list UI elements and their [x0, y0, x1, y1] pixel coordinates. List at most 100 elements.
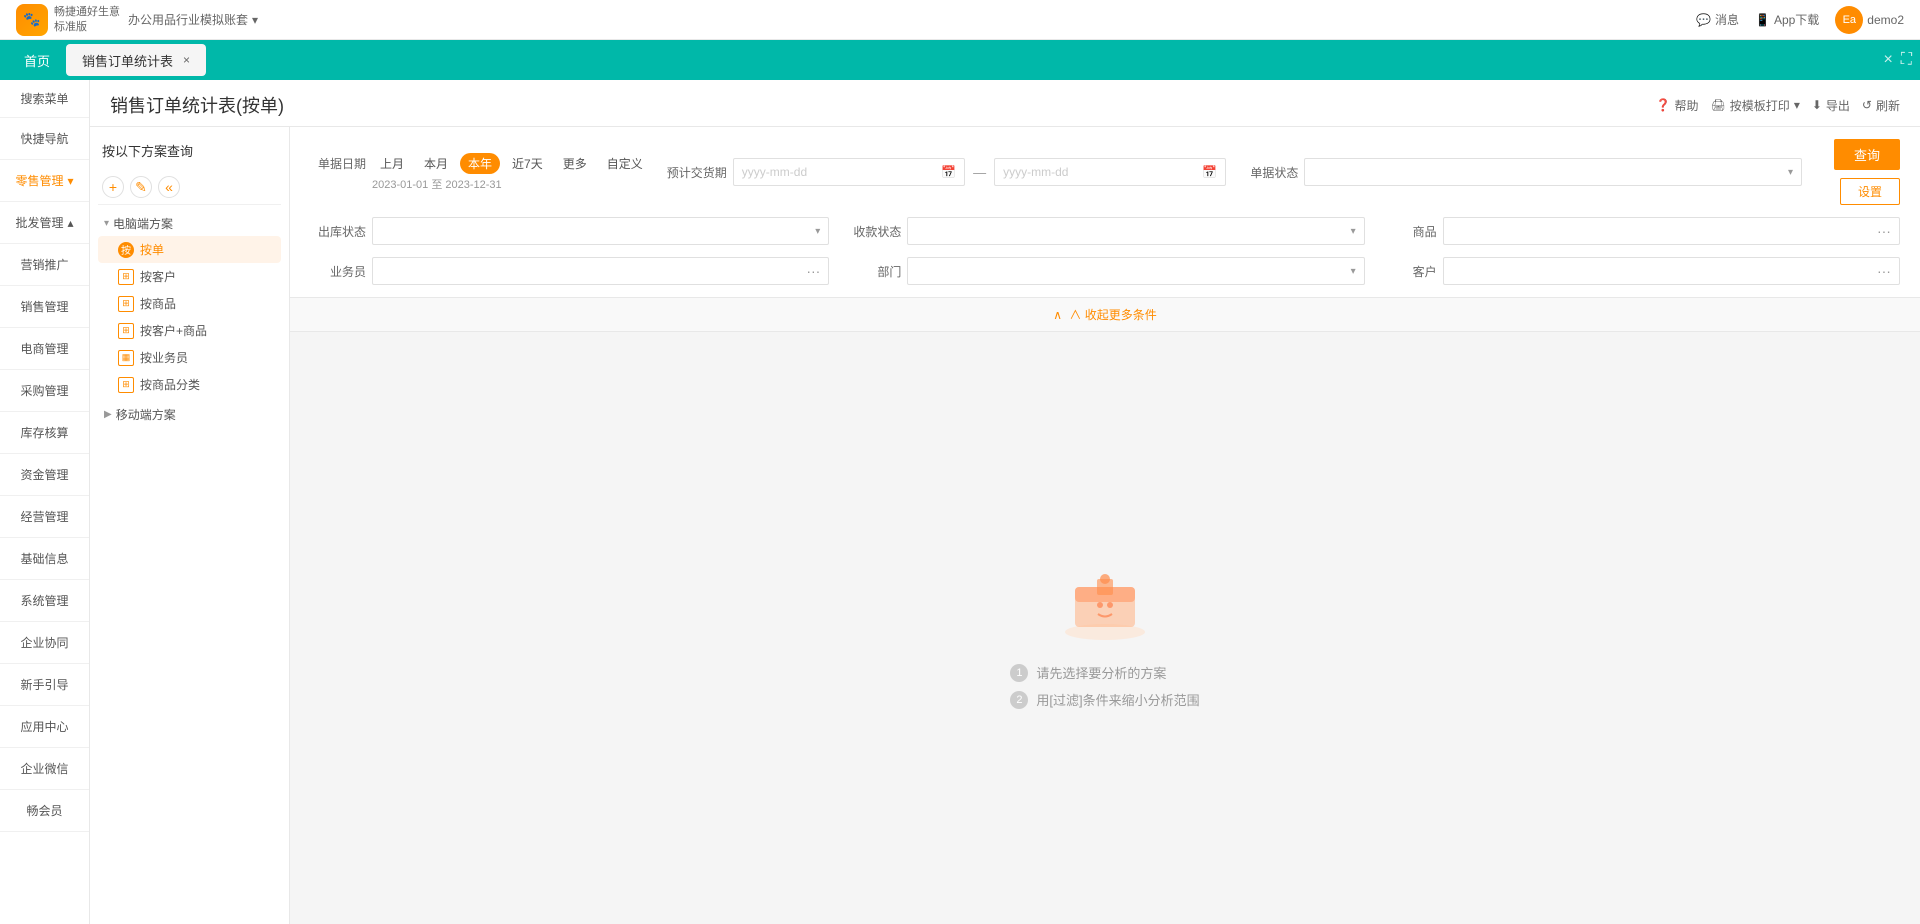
receipt-status-label: 收款状态	[845, 223, 901, 240]
scheme-item-by-customer-product[interactable]: ⊞ 按客户+商品	[98, 317, 281, 344]
sidebar-item-app-center[interactable]: 应用中心	[0, 706, 89, 748]
export-button[interactable]: ⬇ 导出	[1812, 97, 1850, 114]
filter-content: 单据日期 上月 本月 本年 近7天 更多 自定义 2023	[290, 127, 1920, 924]
filter-date-group: 单据日期 上月 本月 本年 近7天 更多 自定义 2023	[310, 153, 651, 192]
scheme-item-icon-by-cp: ⊞	[118, 323, 134, 339]
print-dropdown-icon: ▾	[1794, 98, 1800, 112]
scheme-item-icon-by-customer: ⊞	[118, 269, 134, 285]
logo-area: 🐾 畅捷通好生意 标准版	[16, 4, 120, 36]
page-header-actions: ❓ 帮助 🖨 按模板打印 ▾ ⬇ 导出 ↺ 刷新	[1656, 97, 1900, 114]
refresh-icon: ↺	[1862, 98, 1872, 112]
date-btn-more[interactable]: 更多	[555, 153, 595, 174]
scheme-item-by-salesperson[interactable]: ▦ 按业务员	[98, 344, 281, 371]
calendar-end-icon: 📅	[1202, 165, 1217, 179]
receipt-status-select[interactable]: ▾	[907, 217, 1364, 245]
sidebar-item-quick-nav[interactable]: 快捷导航	[0, 118, 89, 160]
scheme-item-icon-by-product: ⊞	[118, 296, 134, 312]
page-title: 销售订单统计表(按单)	[110, 92, 284, 118]
product-select[interactable]: ···	[1443, 217, 1900, 245]
setting-button[interactable]: 设置	[1840, 178, 1900, 205]
department-label: 部门	[845, 263, 901, 280]
sidebar-item-marketing[interactable]: 营销推广	[0, 244, 89, 286]
tab-sales-order-stats[interactable]: 销售订单统计表 ×	[66, 44, 206, 76]
filter-receipt-status: 收款状态 ▾	[845, 217, 1364, 245]
tab-close-icon[interactable]: ×	[183, 53, 190, 67]
sidebar-item-retail[interactable]: 零售管理 ▾	[0, 160, 89, 202]
expected-delivery-end-input[interactable]: yyyy-mm-dd 📅	[994, 158, 1226, 186]
scheme-item-by-order[interactable]: 按 按单	[98, 236, 281, 263]
sidebar-item-ecommerce[interactable]: 电商管理	[0, 328, 89, 370]
retail-expand-icon: ▾	[67, 174, 73, 188]
scheme-item-label-by-product: 按商品	[140, 295, 176, 312]
expected-delivery-start-input[interactable]: yyyy-mm-dd 📅	[733, 158, 965, 186]
out-status-select[interactable]: ▾	[372, 217, 829, 245]
breadcrumb-arrow-icon[interactable]: ▾	[252, 13, 258, 27]
calendar-start-icon: 📅	[941, 165, 956, 179]
customer-select[interactable]: ···	[1443, 257, 1900, 285]
print-icon: 🖨	[1711, 98, 1726, 112]
date-btn-custom[interactable]: 自定义	[599, 153, 651, 174]
sidebar-item-operations[interactable]: 经营管理	[0, 496, 89, 538]
sidebar-item-sales-mgmt[interactable]: 销售管理	[0, 286, 89, 328]
sidebar-search-menu[interactable]: 搜索菜单	[0, 80, 89, 118]
tab-home[interactable]: 首页	[8, 44, 66, 76]
scheme-item-label-by-customer: 按客户	[140, 268, 176, 285]
sidebar-item-purchase[interactable]: 采购管理	[0, 370, 89, 412]
scheme-item-by-product[interactable]: ⊞ 按商品	[98, 290, 281, 317]
collapse-bar[interactable]: ∧ ∧ 收起更多条件	[290, 298, 1920, 332]
help-button[interactable]: ❓ 帮助	[1656, 97, 1699, 114]
sidebar-item-inventory[interactable]: 库存核算	[0, 412, 89, 454]
sidebar-item-wholesale[interactable]: 批发管理 ▴	[0, 202, 89, 244]
sidebar-item-basic-info[interactable]: 基础信息	[0, 538, 89, 580]
tip-num-1: 1	[1010, 664, 1028, 682]
filter-department: 部门 ▾	[845, 257, 1364, 285]
date-quick-buttons: 上月 本月 本年 近7天 更多 自定义	[372, 153, 651, 174]
scheme-item-icon-by-sales: ▦	[118, 350, 134, 366]
tab-maximize-button[interactable]: ⛶	[1901, 51, 1912, 69]
breadcrumb-text: 办公用品行业模拟账套	[128, 11, 248, 28]
date-btn-7days[interactable]: 近7天	[504, 153, 551, 174]
tab-bar-actions: × ⛶	[1883, 51, 1912, 69]
message-button[interactable]: 💬 消息	[1696, 11, 1739, 28]
tab-bar: 首页 销售订单统计表 × × ⛶	[0, 40, 1920, 80]
download-icon: 📱	[1755, 13, 1770, 27]
scheme-section-desktop-header[interactable]: ▾ 电脑端方案	[98, 211, 281, 236]
tab-minimize-button[interactable]: ×	[1883, 51, 1892, 69]
scheme-collapse-button[interactable]: «	[158, 176, 180, 198]
scheme-item-by-customer[interactable]: ⊞ 按客户	[98, 263, 281, 290]
sidebar-item-finance[interactable]: 资金管理	[0, 454, 89, 496]
salesperson-more-icon[interactable]: ···	[806, 263, 820, 279]
date-range-display: 2023-01-01 至 2023-12-31	[372, 176, 502, 192]
date-btn-this-month[interactable]: 本月	[416, 153, 456, 174]
template-print-button[interactable]: 🖨 按模板打印 ▾	[1711, 97, 1800, 114]
department-select[interactable]: ▾	[907, 257, 1364, 285]
scheme-item-icon-by-cat: ⊞	[118, 377, 134, 393]
date-btn-last-month[interactable]: 上月	[372, 153, 412, 174]
salesperson-select[interactable]: ···	[372, 257, 829, 285]
app-download-button[interactable]: 📱 App下载	[1755, 11, 1819, 28]
out-status-arrow-icon: ▾	[815, 226, 820, 237]
scheme-edit-button[interactable]: ✎	[130, 176, 152, 198]
filter-salesperson: 业务员 ···	[310, 257, 829, 285]
scheme-item-label-by-sales: 按业务员	[140, 349, 188, 366]
scheme-item-by-category[interactable]: ⊞ 按商品分类	[98, 371, 281, 398]
product-more-icon[interactable]: ···	[1877, 223, 1891, 239]
bill-status-select[interactable]: ▾	[1304, 158, 1802, 186]
query-button-group: 查询 设置	[1834, 139, 1900, 205]
empty-tips: 1 请先选择要分析的方案 2 用[过滤]条件来缩小分析范围	[1010, 663, 1199, 709]
scheme-section-desktop: ▾ 电脑端方案 按 按单 ⊞ 按客户 ⊞	[98, 211, 281, 398]
sidebar-item-vip[interactable]: 畅会员	[0, 790, 89, 832]
scheme-add-button[interactable]: +	[102, 176, 124, 198]
sidebar-item-enterprise[interactable]: 企业协同	[0, 622, 89, 664]
empty-tip-2-text: 用[过滤]条件来缩小分析范围	[1036, 690, 1199, 709]
sidebar-item-system[interactable]: 系统管理	[0, 580, 89, 622]
date-btn-this-year[interactable]: 本年	[460, 153, 500, 174]
user-profile-button[interactable]: Ea demo2	[1835, 6, 1904, 34]
scheme-item-label-by-cp: 按客户+商品	[140, 322, 207, 339]
sidebar-item-enterprise-wechat[interactable]: 企业微信	[0, 748, 89, 790]
sidebar-item-new-guide[interactable]: 新手引导	[0, 664, 89, 706]
customer-more-icon[interactable]: ···	[1877, 263, 1891, 279]
scheme-section-mobile-header[interactable]: ▶ 移动端方案	[98, 402, 281, 427]
refresh-button[interactable]: ↺ 刷新	[1862, 97, 1900, 114]
query-button[interactable]: 查询	[1834, 139, 1900, 170]
